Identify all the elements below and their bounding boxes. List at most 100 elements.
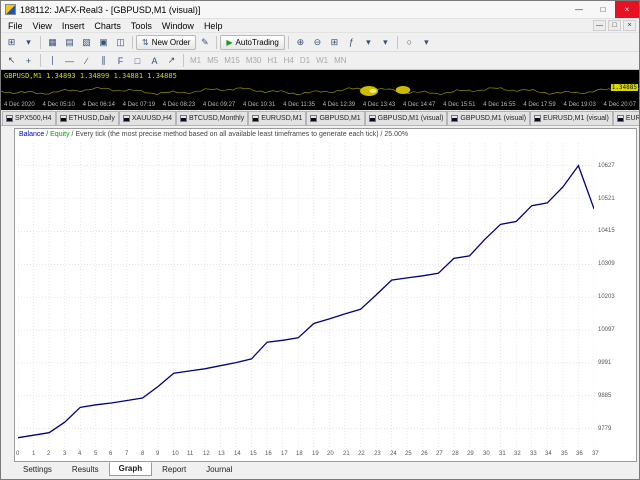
help-dropdown-icon[interactable]: ▾ bbox=[418, 35, 435, 50]
strategy-tester-icon[interactable]: ◫ bbox=[112, 35, 129, 50]
cursor-icon[interactable]: ↖ bbox=[3, 53, 20, 68]
horizontal-line-icon[interactable]: ― bbox=[61, 53, 78, 68]
search-icon[interactable]: ○ bbox=[401, 35, 418, 50]
templates-dropdown-icon[interactable]: ▾ bbox=[377, 35, 394, 50]
mdi-controls: — □ × bbox=[593, 20, 639, 31]
x-axis-label: 12 bbox=[203, 451, 210, 457]
x-axis-label: 15 bbox=[250, 451, 257, 457]
new-order-label: New Order bbox=[151, 37, 191, 47]
x-axis: 0 1 2 3 4 5 6 7 8 9 10 11 12 13 14 15 16 17 18 19 20 21 22 23 24… bbox=[16, 450, 599, 460]
child-restore-button[interactable]: □ bbox=[608, 20, 621, 31]
menu-item-insert[interactable]: Insert bbox=[57, 21, 90, 31]
menu-bar: File View Insert Charts Tools Window Help — □ … bbox=[1, 19, 639, 33]
close-button[interactable]: × bbox=[615, 1, 639, 18]
y-axis-label: 9885 bbox=[598, 393, 612, 399]
x-axis-label: 31 bbox=[499, 451, 506, 457]
tester-tab-report[interactable]: Report bbox=[152, 463, 196, 477]
strategy-tester-panel: Balance / Equity / Every tick (the most … bbox=[1, 126, 639, 479]
menu-item-window[interactable]: Window bbox=[157, 21, 199, 31]
period-button-m1[interactable]: M1 bbox=[187, 54, 204, 68]
title-bar[interactable]: 188112: JAFX-Real3 - [GBPUSD,M1 (visual)… bbox=[1, 1, 639, 19]
x-axis-label: 19 bbox=[312, 451, 319, 457]
data-window-icon[interactable]: ▤ bbox=[61, 35, 78, 50]
chart-tab[interactable]: GBPUSD,M1 bbox=[306, 111, 365, 125]
shapes-icon[interactable]: □ bbox=[129, 53, 146, 68]
channel-icon[interactable]: ∥ bbox=[95, 53, 112, 68]
toolbar-separator bbox=[40, 35, 41, 49]
new-order-button[interactable]: ⇅ New Order bbox=[136, 34, 197, 50]
period-button-d1[interactable]: D1 bbox=[297, 54, 313, 68]
periods-dropdown-icon[interactable]: ▾ bbox=[360, 35, 377, 50]
period-button-m5[interactable]: M5 bbox=[204, 54, 221, 68]
menu-item-help[interactable]: Help bbox=[199, 21, 228, 31]
time-axis-label: 4 Dec 05:10 bbox=[42, 102, 75, 108]
quality-value: 25.00% bbox=[384, 131, 409, 138]
vertical-line-icon[interactable]: ∣ bbox=[44, 53, 61, 68]
toolbar-draw: ↖ + ∣ ― ∕ ∥ F □ A ↗ M1 M5 M15 M30 H1 H4 D1 W1 MN bbox=[1, 52, 639, 70]
tile-windows-icon[interactable]: ⊞ bbox=[326, 35, 343, 50]
mini-chart[interactable]: 1.34885 bbox=[1, 82, 639, 100]
autotrading-button[interactable]: ▶ AutoTrading bbox=[220, 34, 285, 50]
tester-tab-journal[interactable]: Journal bbox=[196, 463, 242, 477]
menu-items: File View Insert Charts Tools Window Help bbox=[3, 21, 227, 31]
y-axis-label: 10309 bbox=[598, 261, 615, 267]
x-axis-label: 32 bbox=[514, 451, 521, 457]
y-axis-label: 10627 bbox=[598, 163, 615, 169]
profiles-dropdown-icon[interactable]: ▾ bbox=[20, 35, 37, 50]
x-axis-label: 23 bbox=[374, 451, 381, 457]
chart-tab[interactable]: EURUSD,M1 (visual) bbox=[530, 111, 613, 125]
period-button-h1[interactable]: H1 bbox=[264, 54, 280, 68]
period-button-m15[interactable]: M15 bbox=[221, 54, 243, 68]
navigator-icon[interactable]: ▧ bbox=[78, 35, 95, 50]
zoom-out-icon[interactable]: ⊖ bbox=[309, 35, 326, 50]
chart-tab[interactable]: GBPUSD,M1 (visual) bbox=[447, 111, 531, 125]
chart-tab[interactable]: EURUSD,M1 bbox=[248, 111, 307, 125]
period-button-w1[interactable]: W1 bbox=[313, 54, 331, 68]
chart-tab[interactable]: ETHUSD,Daily bbox=[55, 111, 119, 125]
time-axis: 4 Dec 2020 4 Dec 05:10 4 Dec 06:14 4 Dec 07… bbox=[1, 100, 639, 110]
quote-strip: GBPUSD,M1 1.34893 1.34899 1.34881 1.3488… bbox=[1, 70, 639, 82]
fibonacci-icon[interactable]: F bbox=[112, 53, 129, 68]
period-button-h4[interactable]: H4 bbox=[281, 54, 297, 68]
graph-plot bbox=[17, 143, 595, 447]
mt4-window: 188112: JAFX-Real3 - [GBPUSD,M1 (visual)… bbox=[0, 0, 640, 480]
menu-item-view[interactable]: View bbox=[28, 21, 57, 31]
time-axis-label: 4 Dec 12:39 bbox=[322, 102, 356, 108]
metaeditor-icon[interactable]: ✎ bbox=[196, 35, 213, 50]
text-icon[interactable]: A bbox=[146, 53, 163, 68]
tester-tab-results[interactable]: Results bbox=[62, 463, 109, 477]
zoom-in-icon[interactable]: ⊕ bbox=[292, 35, 309, 50]
child-minimize-button[interactable]: — bbox=[593, 20, 606, 31]
x-axis-label: 37 bbox=[592, 451, 599, 457]
chart-tab[interactable]: EURUSD,M1 (visual) bbox=[612, 111, 639, 125]
new-chart-icon[interactable]: ⊞ bbox=[3, 35, 20, 50]
menu-item-file[interactable]: File bbox=[3, 21, 28, 31]
menu-item-charts[interactable]: Charts bbox=[89, 21, 126, 31]
x-axis-label: 22 bbox=[358, 451, 365, 457]
toolbar-separator bbox=[132, 35, 133, 49]
chart-tab[interactable]: XAUUSD,H4 bbox=[118, 111, 176, 125]
period-button-m30[interactable]: M30 bbox=[243, 54, 265, 68]
chart-tab[interactable]: SPX500,H4 bbox=[2, 111, 56, 125]
market-watch-icon[interactable]: ▦ bbox=[44, 35, 61, 50]
crosshair-icon[interactable]: + bbox=[20, 53, 37, 68]
tester-graph[interactable]: Balance / Equity / Every tick (the most … bbox=[14, 128, 637, 462]
tester-tab-graph[interactable]: Graph bbox=[108, 462, 153, 476]
x-axis-label: 1 bbox=[32, 451, 36, 457]
chart-tab[interactable]: BTCUSD,Monthly bbox=[175, 111, 249, 125]
period-button-mn[interactable]: MN bbox=[331, 54, 349, 68]
terminal-icon[interactable]: ▣ bbox=[95, 35, 112, 50]
x-axis-label: 29 bbox=[467, 451, 474, 457]
menu-item-tools[interactable]: Tools bbox=[126, 21, 157, 31]
tester-tab-settings[interactable]: Settings bbox=[13, 463, 62, 477]
chart-thumb-icon bbox=[59, 115, 67, 122]
graph-plot-svg bbox=[17, 143, 595, 447]
maximize-button[interactable]: □ bbox=[591, 1, 615, 18]
child-close-button[interactable]: × bbox=[623, 20, 636, 31]
indicators-icon[interactable]: ƒ bbox=[343, 35, 360, 50]
chart-tab[interactable]: GBPUSD,M1 (visual) bbox=[364, 111, 448, 125]
minimize-button[interactable]: — bbox=[567, 1, 591, 18]
chart-thumb-icon bbox=[310, 115, 318, 122]
trendline-icon[interactable]: ∕ bbox=[78, 53, 95, 68]
arrow-tools-icon[interactable]: ↗ bbox=[163, 53, 180, 68]
